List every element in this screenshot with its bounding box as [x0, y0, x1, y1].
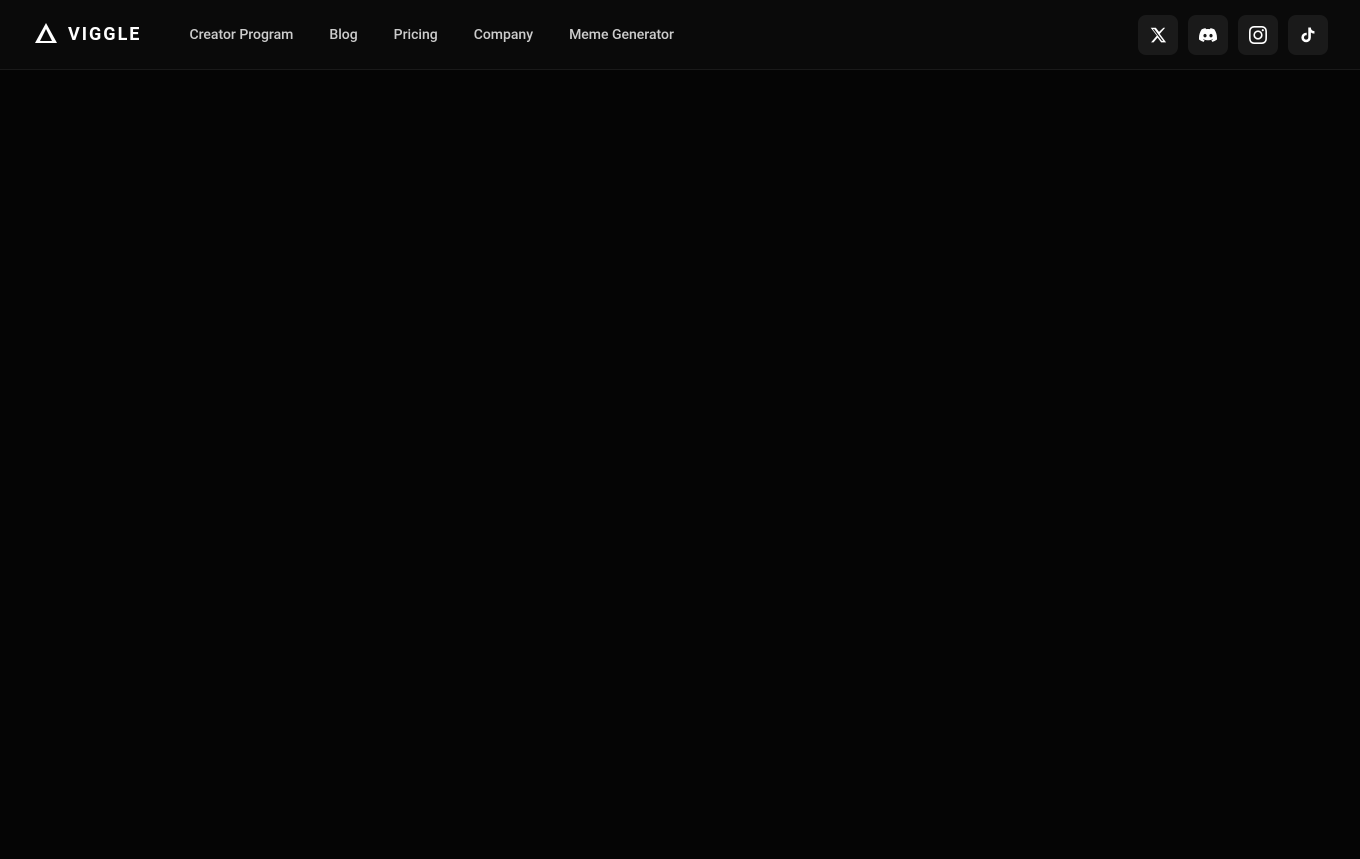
nav-link-blog[interactable]: Blog — [329, 27, 357, 43]
logo[interactable]: VIGGLE — [32, 21, 141, 49]
instagram-icon — [1249, 26, 1267, 44]
twitter-icon — [1149, 26, 1167, 44]
nav-link-company[interactable]: Company — [474, 27, 533, 43]
navbar: VIGGLE Creator Program Blog Pricing Comp… — [0, 0, 1360, 70]
navbar-left: VIGGLE Creator Program Blog Pricing Comp… — [32, 21, 674, 49]
tiktok-icon — [1299, 26, 1317, 44]
instagram-button[interactable] — [1238, 15, 1278, 55]
nav-link-meme-generator[interactable]: Meme Generator — [569, 27, 674, 43]
discord-button[interactable] — [1188, 15, 1228, 55]
navbar-right — [1138, 15, 1328, 55]
main-content — [0, 70, 1360, 859]
logo-text: VIGGLE — [68, 24, 141, 45]
tiktok-button[interactable] — [1288, 15, 1328, 55]
twitter-button[interactable] — [1138, 15, 1178, 55]
nav-links: Creator Program Blog Pricing Company Mem… — [189, 27, 674, 43]
nav-link-pricing[interactable]: Pricing — [394, 27, 438, 43]
discord-icon — [1199, 26, 1217, 44]
viggle-logo-icon — [32, 21, 60, 49]
nav-link-creator-program[interactable]: Creator Program — [189, 27, 293, 43]
